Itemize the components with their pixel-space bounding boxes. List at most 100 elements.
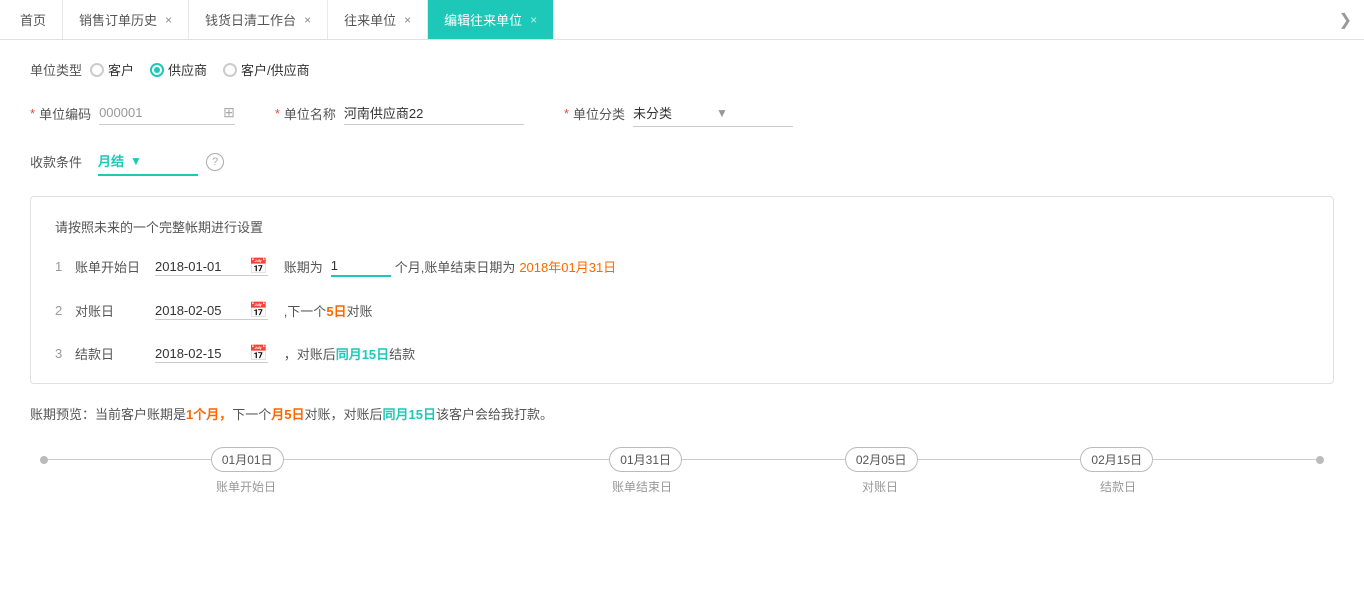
timeline-line-4 (918, 459, 1081, 460)
preview-text: 账期预览：当前客户账期是1个月，下一个月5日对账，对账后同月15日该客户会给我打… (30, 404, 1334, 423)
tab-sales-history-label: 销售订单历史 (79, 10, 157, 29)
unit-type-row: 单位类型 客户 供应商 客户/供应商 (30, 60, 1334, 79)
tab-cash-work-close[interactable]: × (304, 13, 311, 27)
main-content: 单位类型 客户 供应商 客户/供应商 * 单位编码 (0, 40, 1364, 608)
settings-row-2: 2 对账日 📅 ,下一个 5日 对账 (55, 301, 1309, 320)
reconcile-prefix-text: ,下一个 (284, 301, 327, 320)
unit-category-required: * (564, 106, 569, 121)
unit-code-input-wrapper: ⊞ (99, 101, 235, 125)
payment-condition-group: 收款条件 月结 ▼ ? (30, 147, 224, 176)
unit-category-dropdown[interactable]: 未分类 ▼ (633, 99, 793, 127)
settings-box: 请按照未来的一个完整帐期进行设置 1 账单开始日 📅 账期为 个月,账单结束日期… (30, 196, 1334, 384)
tab-partners-label: 往来单位 (344, 10, 396, 29)
timeline-line-5 (1153, 459, 1316, 460)
timeline-label-3-container: 对账日 (840, 478, 920, 495)
timeline-node-3: 02月05日 (845, 447, 918, 472)
radio-supplier-label: 供应商 (168, 60, 207, 79)
payment-date-calendar-icon[interactable]: 📅 (249, 344, 268, 362)
tab-home[interactable]: 首页 (0, 0, 63, 39)
row-2-num: 2 (55, 303, 75, 318)
preview-section: 账期预览：当前客户账期是1个月，下一个月5日对账，对账后同月15日该客户会给我打… (30, 404, 1334, 511)
payment-day-highlight: 同月15日 (336, 344, 389, 363)
unit-code-required: * (30, 106, 35, 121)
timeline-label-4-container: 结款日 (1078, 478, 1158, 495)
settings-row-1: 1 账单开始日 📅 账期为 个月,账单结束日期为 2018年01月31日 (55, 256, 1309, 277)
settings-row-3: 3 结款日 📅 ，对账后 同月15日 结款 (55, 344, 1309, 363)
payment-condition-value: 月结 (98, 151, 124, 170)
preview-reconcile: 月5日 (271, 407, 304, 422)
payment-condition-arrow-icon: ▼ (130, 154, 142, 168)
timeline-node-4: 02月15日 (1080, 447, 1153, 472)
preview-reconcile-prefix: 下一个 (232, 407, 271, 422)
tab-edit-partner[interactable]: 编辑往来单位 × (428, 0, 554, 39)
timeline-wrapper: 01月01日 01月31日 02月05日 02月15日 (30, 447, 1334, 495)
unit-category-value: 未分类 (633, 103, 710, 122)
timeline-line-2 (284, 459, 610, 460)
radio-customer-label: 客户 (108, 60, 134, 79)
tab-edit-partner-close[interactable]: × (530, 13, 537, 27)
row-1-label: 账单开始日 (75, 257, 155, 276)
timeline-badge-4: 02月15日 (1080, 447, 1153, 472)
radio-customer[interactable]: 客户 (90, 60, 134, 79)
timeline-left-dot (40, 456, 48, 464)
payment-date-input[interactable] (155, 346, 245, 361)
radio-both-circle (223, 63, 237, 77)
start-date-calendar-icon[interactable]: 📅 (249, 257, 268, 275)
preview-reconcile-suffix: 对账，对账后 (305, 407, 383, 422)
tab-cash-work[interactable]: 钱货日清工作台 × (189, 0, 328, 39)
row-1-num: 1 (55, 259, 75, 274)
reconcile-date-input[interactable] (155, 303, 245, 318)
timeline-line-row: 01月01日 01月31日 02月05日 02月15日 (40, 447, 1324, 472)
payment-condition-dropdown[interactable]: 月结 ▼ (98, 147, 198, 176)
tab-partners-close[interactable]: × (404, 13, 411, 27)
radio-supplier[interactable]: 供应商 (150, 60, 207, 79)
tab-edit-partner-label: 编辑往来单位 (444, 10, 522, 29)
timeline-label-1: 账单开始日 (216, 478, 276, 495)
radio-both-label: 客户/供应商 (241, 60, 310, 79)
radio-both[interactable]: 客户/供应商 (223, 60, 310, 79)
unit-category-arrow-icon: ▼ (716, 106, 793, 120)
unit-type-group: 单位类型 客户 供应商 客户/供应商 (30, 60, 310, 79)
unit-category-label: 单位分类 (573, 104, 625, 123)
preview-period: 1个月， (186, 407, 232, 422)
unit-code-group: * 单位编码 ⊞ (30, 101, 235, 125)
reconcile-suffix-text: 对账 (347, 301, 373, 320)
reconcile-date-calendar-icon[interactable]: 📅 (249, 301, 268, 319)
period-unit-text: 个月,账单结束日期为 (395, 257, 516, 276)
unit-code-input[interactable] (99, 101, 219, 124)
unit-name-label: 单位名称 (284, 104, 336, 123)
unit-info-row: * 单位编码 ⊞ * 单位名称 * 单位分类 未分类 ▼ (30, 99, 1334, 127)
radio-supplier-circle (150, 63, 164, 77)
timeline-node-1: 01月01日 (211, 447, 284, 472)
unit-name-group: * 单位名称 (275, 101, 524, 125)
unit-name-required: * (275, 106, 280, 121)
tab-sales-history-close[interactable]: × (165, 13, 172, 27)
timeline-label-3: 对账日 (862, 478, 898, 495)
row-2-label: 对账日 (75, 301, 155, 320)
timeline-label-1-container: 账单开始日 (206, 478, 286, 495)
timeline-line-3 (682, 459, 845, 460)
period-input[interactable] (331, 256, 391, 277)
timeline-label-2-container: 账单结束日 (602, 478, 682, 495)
unit-name-input[interactable] (344, 101, 524, 125)
row-3-label: 结款日 (75, 344, 155, 363)
start-date-input-group: 📅 (155, 257, 268, 276)
tab-bar: 首页 销售订单历史 × 钱货日清工作台 × 往来单位 × 编辑往来单位 × ❯ (0, 0, 1364, 40)
payment-condition-label: 收款条件 (30, 152, 82, 171)
help-icon-label: ? (212, 156, 218, 168)
settings-title: 请按照未来的一个完整帐期进行设置 (55, 217, 1309, 236)
tab-expand-button[interactable]: ❯ (1327, 10, 1364, 30)
payment-suffix-text: 结款 (389, 344, 415, 363)
timeline-line-1 (48, 459, 211, 460)
payment-condition-row: 收款条件 月结 ▼ ? (30, 147, 1334, 176)
preview-payment: 同月15日 (383, 407, 436, 422)
tab-sales-history[interactable]: 销售订单历史 × (63, 0, 189, 39)
preview-payment-suffix: 该客户会给我打款。 (436, 407, 553, 422)
copy-icon[interactable]: ⊞ (223, 104, 235, 121)
tab-partners[interactable]: 往来单位 × (328, 0, 428, 39)
payment-prefix-text: ，对账后 (284, 344, 336, 363)
tab-home-label: 首页 (20, 10, 46, 29)
help-icon[interactable]: ? (206, 153, 224, 171)
start-date-input[interactable] (155, 259, 245, 274)
timeline-label-4: 结款日 (1100, 478, 1136, 495)
